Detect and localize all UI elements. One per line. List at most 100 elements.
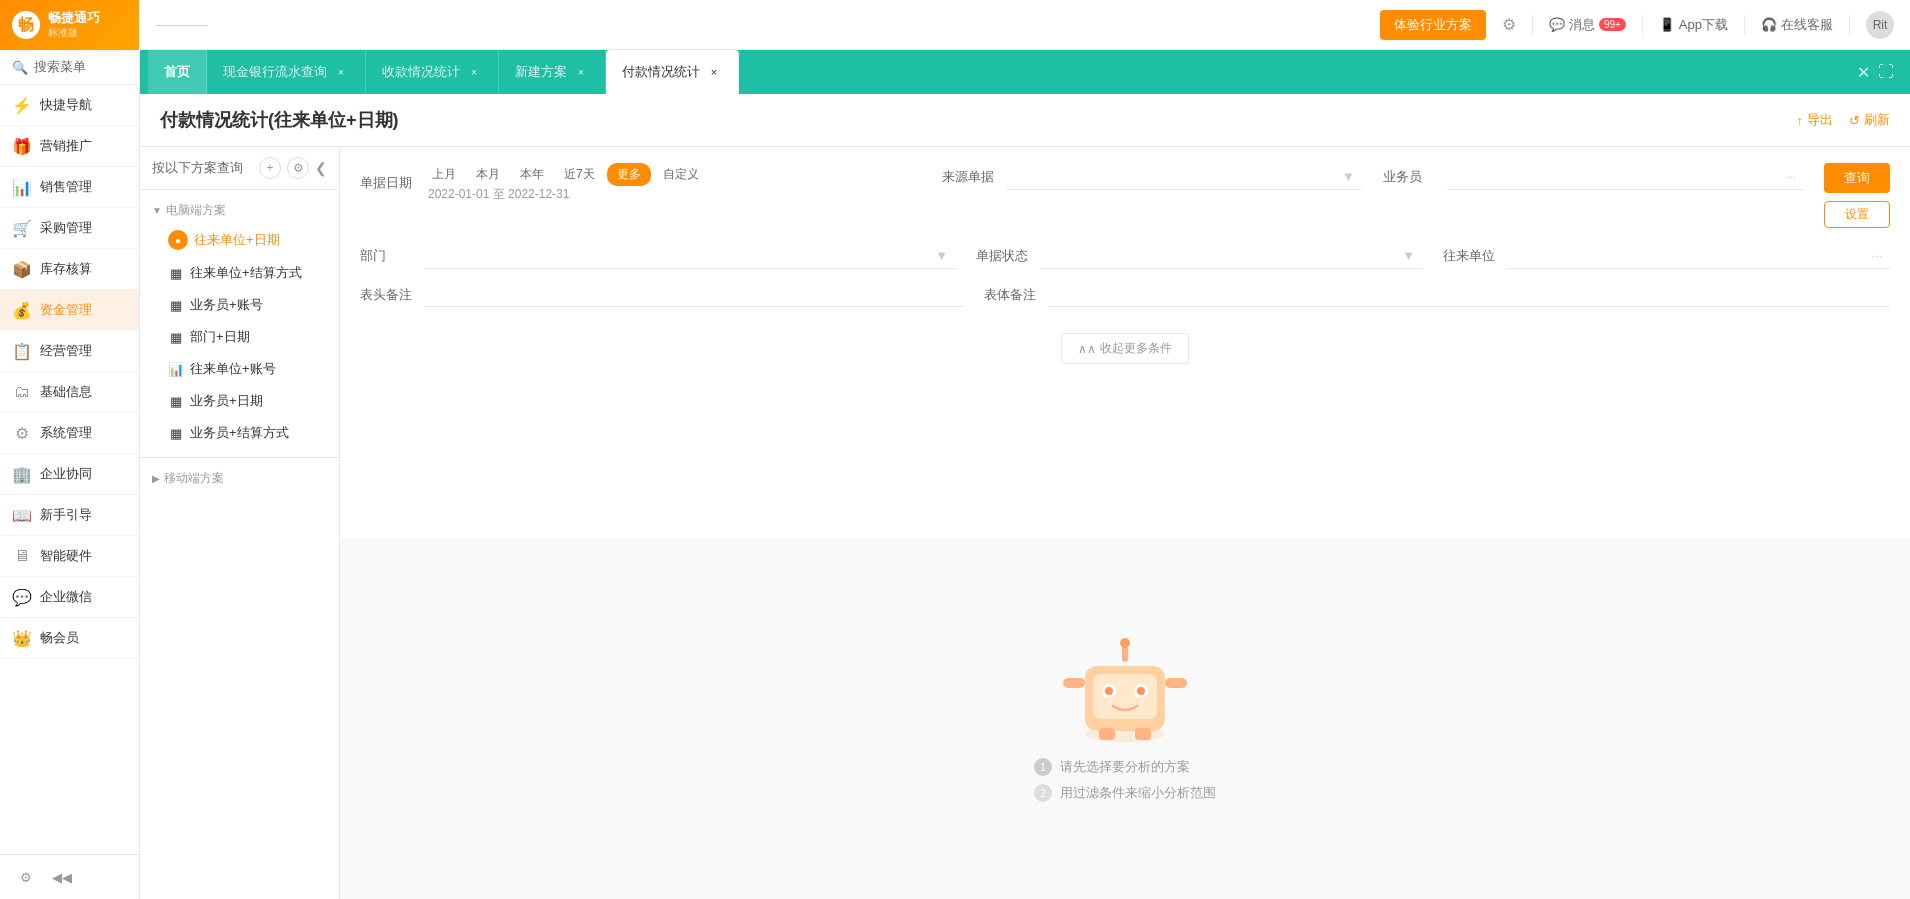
date-this-year[interactable]: 本年 (512, 163, 552, 186)
tab-bank[interactable]: 现金银行流水查询 × (207, 50, 366, 94)
partner-select[interactable]: ··· (1507, 242, 1890, 269)
purchase-icon: 🛒 (12, 218, 32, 238)
date-last-month[interactable]: 上月 (424, 163, 464, 186)
main-area: ———— 体验行业方案 ⚙ 💬 消息 99+ 📱 App下载 🎧 在线客服 (140, 0, 1910, 899)
settings-icon[interactable]: ⚙ (1502, 15, 1516, 34)
doc-status-select[interactable]: ▼ (1040, 242, 1423, 269)
scheme-item-staff-date[interactable]: ▦ 业务员+日期 (140, 385, 339, 417)
scheme-collapse-btn[interactable]: ❮ (315, 160, 327, 176)
source-label: 来源单据 (942, 168, 998, 186)
sidebar-settings-btn[interactable]: ⚙ (12, 863, 40, 891)
head-note-field: 表头备注 (360, 283, 964, 307)
table-icon-1: ▦ (168, 265, 184, 281)
guide-icon: 📖 (12, 505, 32, 525)
svg-rect-11 (1099, 728, 1115, 740)
sidebar-item-nav[interactable]: ⚡ 快捷导航 (0, 85, 139, 126)
refresh-btn[interactable]: ↺ 刷新 (1849, 111, 1890, 129)
tab-new-scheme[interactable]: 新建方案 × (499, 50, 606, 94)
scheme-item-partner-settle[interactable]: ▦ 往来单位+结算方式 (140, 257, 339, 289)
sidebar-item-purchase[interactable]: 🛒 采购管理 (0, 208, 139, 249)
tab-receipt-close[interactable]: × (466, 64, 482, 80)
sidebar-item-search[interactable]: 🔍 搜索菜单 (0, 50, 139, 85)
sidebar-item-operation[interactable]: 📋 经营管理 (0, 331, 139, 372)
desktop-scheme-section: ▼ 电脑端方案 ● 往来单位+日期 ▦ 往来单位+结算方式 ▦ 业务员+账号 (140, 190, 339, 457)
scheme-item-staff-account[interactable]: ▦ 业务员+账号 (140, 289, 339, 321)
sidebar-item-guide[interactable]: 📖 新手引导 (0, 495, 139, 536)
staff-arrow: ··· (1785, 169, 1796, 184)
scheme-item-partner-date[interactable]: ● 往来单位+日期 (140, 223, 339, 257)
tab-new-scheme-close[interactable]: × (573, 64, 589, 80)
partner-value (1515, 246, 1528, 264)
page-header-actions: ↑ 导出 ↺ 刷新 (1797, 111, 1891, 129)
body-note-label: 表体备注 (984, 286, 1040, 304)
head-note-input[interactable] (424, 283, 964, 307)
tab-close-all-btn[interactable]: ✕ (1857, 63, 1870, 82)
tab-receipt[interactable]: 收款情况统计 × (366, 50, 499, 94)
tab-home[interactable]: 首页 (148, 50, 207, 94)
table-icon-5: ▦ (168, 425, 184, 441)
body-note-input[interactable] (1048, 283, 1890, 307)
trial-btn[interactable]: 体验行业方案 (1380, 10, 1486, 40)
date-last-7[interactable]: 近7天 (556, 163, 603, 186)
source-select[interactable]: ▼ (1006, 163, 1363, 190)
collapse-more-btn[interactable]: ∧∧ 收起更多条件 (1061, 333, 1189, 364)
mobile-scheme-section: ▶ 移动端方案 (140, 457, 339, 499)
date-this-month[interactable]: 本月 (468, 163, 508, 186)
tab-payment[interactable]: 付款情况统计 × (606, 50, 739, 94)
sidebar-item-marketing[interactable]: 🎁 营销推广 (0, 126, 139, 167)
sidebar-item-enterprise[interactable]: 🏢 企业协同 (0, 454, 139, 495)
scheme-item-partner-settle-label: 往来单位+结算方式 (190, 264, 302, 282)
date-field: 单据日期 上月 本月 本年 近7天 更多 自定义 20 (360, 163, 922, 203)
message-btn[interactable]: 💬 消息 99+ (1549, 16, 1626, 34)
logo-area: 畅捷通巧 标准版 (48, 10, 100, 40)
sidebar-item-inventory[interactable]: 📦 库存核算 (0, 249, 139, 290)
sidebar-search-label: 搜索菜单 (34, 58, 86, 76)
dept-select[interactable]: ▼ (424, 242, 956, 269)
online-service-btn[interactable]: 🎧 在线客服 (1761, 16, 1833, 34)
tab-payment-close[interactable]: × (706, 64, 722, 80)
search-icon: 🔍 (12, 60, 28, 75)
scheme-panel: 按以下方案查询 + ⚙ ❮ ▼ 电脑端方案 ● 往来单位+日期 (140, 147, 340, 899)
doc-status-arrow: ▼ (1402, 248, 1415, 263)
scheme-item-partner-date-label: 往来单位+日期 (194, 231, 280, 249)
filter-settings-btn[interactable]: 设置 (1824, 201, 1890, 228)
right-panel: 单据日期 上月 本月 本年 近7天 更多 自定义 20 (340, 147, 1910, 899)
sidebar-item-sales[interactable]: 📊 销售管理 (0, 167, 139, 208)
sidebar-item-weixin[interactable]: 💬 企业微信 (0, 577, 139, 618)
sidebar-item-member[interactable]: 👑 畅会员 (0, 618, 139, 659)
desktop-section-title[interactable]: ▼ 电脑端方案 (140, 198, 339, 223)
doc-status-field: 单据状态 ▼ (976, 242, 1423, 269)
date-options: 上月 本月 本年 近7天 更多 自定义 (424, 163, 922, 186)
sidebar-collapse-btn[interactable]: ◀◀ (48, 863, 76, 891)
desktop-section-label: 电脑端方案 (166, 202, 226, 219)
trial-btn-label[interactable]: 体验行业方案 (1380, 10, 1486, 40)
svg-point-2 (1120, 638, 1130, 648)
scheme-item-dept-date[interactable]: ▦ 部门+日期 (140, 321, 339, 353)
scheme-add-btn[interactable]: + (259, 157, 281, 179)
sidebar-item-basic[interactable]: 🗂 基础信息 (0, 372, 139, 413)
mobile-section-title[interactable]: ▶ 移动端方案 (140, 466, 339, 491)
sidebar-item-capital[interactable]: 💰 资金管理 (0, 290, 139, 331)
marketing-icon: 🎁 (12, 136, 32, 156)
query-btn[interactable]: 查询 (1824, 163, 1890, 193)
app-download-btn[interactable]: 📱 App下载 (1659, 16, 1728, 34)
tab-fullscreen-btn[interactable]: ⛶ (1878, 63, 1894, 81)
enterprise-icon: 🏢 (12, 464, 32, 484)
date-custom[interactable]: 自定义 (655, 163, 707, 186)
scheme-item-partner-account[interactable]: 📊 往来单位+账号 (140, 353, 339, 385)
sidebar-item-hardware[interactable]: 🖥 智能硬件 (0, 536, 139, 577)
user-avatar[interactable]: Rit (1866, 11, 1894, 39)
staff-select[interactable]: ··· (1447, 163, 1804, 190)
sidebar-item-system[interactable]: ⚙ 系统管理 (0, 413, 139, 454)
capital-icon: 💰 (12, 300, 32, 320)
partner-arrow: ··· (1871, 248, 1882, 263)
date-more[interactable]: 更多 (607, 163, 651, 186)
inventory-icon: 📦 (12, 259, 32, 279)
empty-illustration (1055, 636, 1195, 746)
tab-bank-close[interactable]: × (333, 64, 349, 80)
scheme-item-staff-settle[interactable]: ▦ 业务员+结算方式 (140, 417, 339, 449)
dept-value (432, 246, 445, 264)
hint-num-1: 1 (1034, 758, 1052, 776)
scheme-settings-btn[interactable]: ⚙ (287, 157, 309, 179)
export-btn[interactable]: ↑ 导出 (1797, 111, 1834, 129)
